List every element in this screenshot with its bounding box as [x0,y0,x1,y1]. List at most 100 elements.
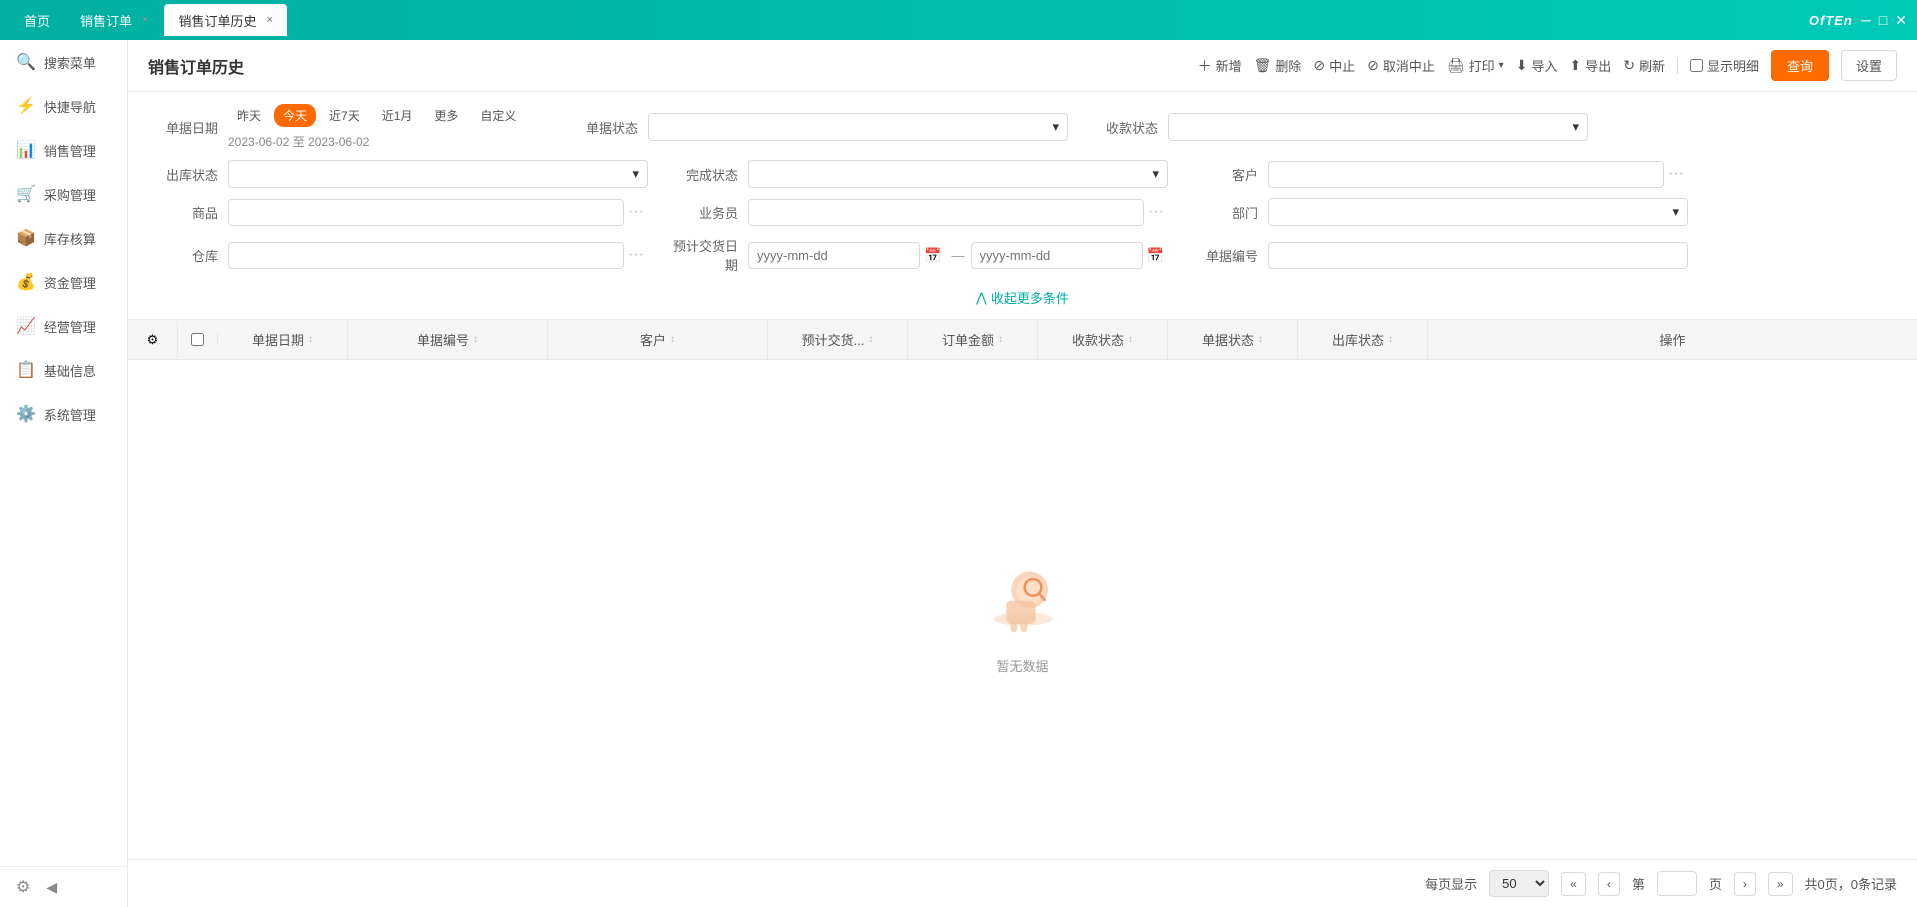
sidebar-collapse-icon[interactable]: ◀ [46,879,57,896]
customer-label: 客户 [1188,165,1268,184]
sidebar-item-inventory-label: 库存核算 [44,229,96,248]
sidebar-item-base-info-label: 基础信息 [44,361,96,380]
delivery-date-to-calendar-icon[interactable]: 📅 [1143,247,1168,264]
sidebar-item-inventory[interactable]: 📦 库存核算 [0,216,127,260]
sidebar-item-system-mgmt[interactable]: ⚙️ 系统管理 [0,392,127,436]
sidebar-item-system-mgmt-label: 系统管理 [44,405,96,424]
th-receipt-status-label: 收款状态 [1072,330,1124,349]
salesperson-dots-button[interactable]: ··· [1144,203,1168,221]
date-btn-custom[interactable]: 自定义 [471,104,525,127]
sidebar-item-search-menu[interactable]: 🔍 搜索菜单 [0,40,127,84]
refresh-button[interactable]: ↻ 刷新 [1623,56,1665,75]
sidebar-item-operations[interactable]: 📈 经营管理 [0,304,127,348]
close-window-icon[interactable]: ✕ [1895,12,1907,29]
toolbar: ＋ 新增 🗑 删除 ⊘ 中止 ⊘ 取消中止 🖨 打印 [1198,50,1897,81]
completion-status-label: 完成状态 [668,165,748,184]
minimize-icon[interactable]: ─ [1861,12,1871,28]
th-customer[interactable]: 客户 ↕ [548,320,768,359]
th-amount[interactable]: 订单金额 ↕ [908,320,1038,359]
warehouse-dots-button[interactable]: ··· [624,246,648,264]
th-delivery[interactable]: 预计交货... ↕ [768,320,908,359]
maximize-icon[interactable]: □ [1879,12,1887,28]
warehouse-input[interactable] [228,242,624,269]
salesperson-input[interactable] [748,199,1144,226]
product-dots-button[interactable]: ··· [624,203,648,221]
inventory-icon: 📦 [16,228,36,248]
th-action-label: 操作 [1659,330,1685,349]
stop-button[interactable]: ⊘ 中止 [1313,56,1355,75]
tab-sales-order-history-close[interactable]: × [266,14,272,26]
th-number[interactable]: 单据编号 ↕ [348,320,548,359]
window-controls: OfTEn ─ □ ✕ [1809,12,1907,29]
bill-status-select[interactable]: ▾ [648,113,1068,141]
warehouse-label: 仓库 [148,246,228,265]
tab-home[interactable]: 首页 [10,4,64,36]
page-input[interactable]: 1 [1657,871,1697,896]
department-label: 部门 [1188,203,1268,222]
receipt-status-select[interactable]: ▾ [1168,113,1588,141]
table-settings-icon[interactable]: ⚙ [128,322,178,358]
export-button[interactable]: ⬆ 导出 [1569,56,1611,75]
date-btn-more[interactable]: 更多 [425,104,467,127]
print-button[interactable]: 🖨 打印 ▾ [1447,56,1504,75]
show-detail-input[interactable] [1690,59,1703,72]
sidebar-item-base-info[interactable]: 📋 基础信息 [0,348,127,392]
delete-button[interactable]: 🗑 删除 [1254,56,1302,75]
receipt-status-arrow: ▾ [1572,119,1579,135]
tab-sales-order-history[interactable]: 销售订单历史 × [164,4,286,36]
select-all-checkbox[interactable] [191,333,204,346]
next-page-button[interactable]: › [1734,872,1756,896]
import-button[interactable]: ⬇ 导入 [1516,56,1558,75]
delivery-date-from-calendar-icon[interactable]: 📅 [920,247,945,264]
refresh-label: 刷新 [1639,56,1665,75]
customer-input[interactable] [1268,161,1664,188]
th-amount-label: 订单金额 [942,330,994,349]
product-label: 商品 [148,203,228,222]
outbound-status-select[interactable]: ▾ [228,160,648,188]
filter-row-1: 单据日期 昨天 今天 近7天 近1月 更多 自定义 2023-06-02 至 2… [148,104,1897,150]
show-detail-checkbox[interactable]: 显示明细 [1690,56,1759,75]
table-select-all[interactable] [178,333,218,346]
sidebar-item-finance-label: 资金管理 [44,273,96,292]
last-page-button[interactable]: » [1768,872,1793,896]
cancel-stop-button[interactable]: ⊘ 取消中止 [1367,56,1435,75]
sidebar-item-finance[interactable]: 💰 资金管理 [0,260,127,304]
tab-home-label: 首页 [24,11,50,30]
completion-status-arrow: ▾ [1152,166,1159,182]
new-icon: ＋ [1198,56,1212,76]
th-action: 操作 [1428,320,1917,359]
department-select[interactable]: ▾ [1268,198,1688,226]
new-button[interactable]: ＋ 新增 [1198,56,1242,76]
th-date[interactable]: 单据日期 ↕ [218,320,348,359]
th-receipt-status[interactable]: 收款状态 ↕ [1038,320,1168,359]
product-input[interactable] [228,199,624,226]
sidebar-settings-icon[interactable]: ⚙ [16,877,30,897]
prev-page-button[interactable]: ‹ [1598,872,1620,896]
date-btn-1month[interactable]: 近1月 [373,104,422,127]
delivery-date-from[interactable] [748,242,920,269]
page-header: 销售订单历史 ＋ 新增 🗑 删除 ⊘ 中止 ⊘ 取消中止 [128,40,1917,92]
sidebar-item-sales-mgmt[interactable]: 📊 销售管理 [0,128,127,172]
collapse-button[interactable]: ⋀ 收起更多条件 [148,284,1897,307]
refresh-icon: ↻ [1623,57,1635,74]
sidebar-item-purchase-mgmt[interactable]: 🛒 采购管理 [0,172,127,216]
settings-button[interactable]: 设置 [1841,50,1897,81]
per-page-select[interactable]: 50 10 20 100 [1489,870,1549,897]
tab-sales-order-close[interactable]: × [142,14,148,26]
delivery-date-to[interactable] [971,242,1143,269]
th-bill-status[interactable]: 单据状态 ↕ [1168,320,1298,359]
tab-sales-order[interactable]: 销售订单 × [66,4,162,36]
th-out-status[interactable]: 出库状态 ↕ [1298,320,1428,359]
date-btn-today[interactable]: 今天 [274,104,316,127]
system-mgmt-icon: ⚙️ [16,404,36,424]
total-text: 共0页，0条记录 [1805,874,1897,893]
bill-number-input[interactable] [1268,242,1688,269]
sidebar-item-quick-nav[interactable]: ⚡ 快捷导航 [0,84,127,128]
sidebar-item-operations-label: 经营管理 [44,317,96,336]
date-btn-7days[interactable]: 近7天 [320,104,369,127]
completion-status-select[interactable]: ▾ [748,160,1168,188]
first-page-button[interactable]: « [1561,872,1586,896]
query-button[interactable]: 查询 [1771,50,1829,81]
date-btn-yesterday[interactable]: 昨天 [228,104,270,127]
customer-dots-button[interactable]: ··· [1664,165,1688,183]
